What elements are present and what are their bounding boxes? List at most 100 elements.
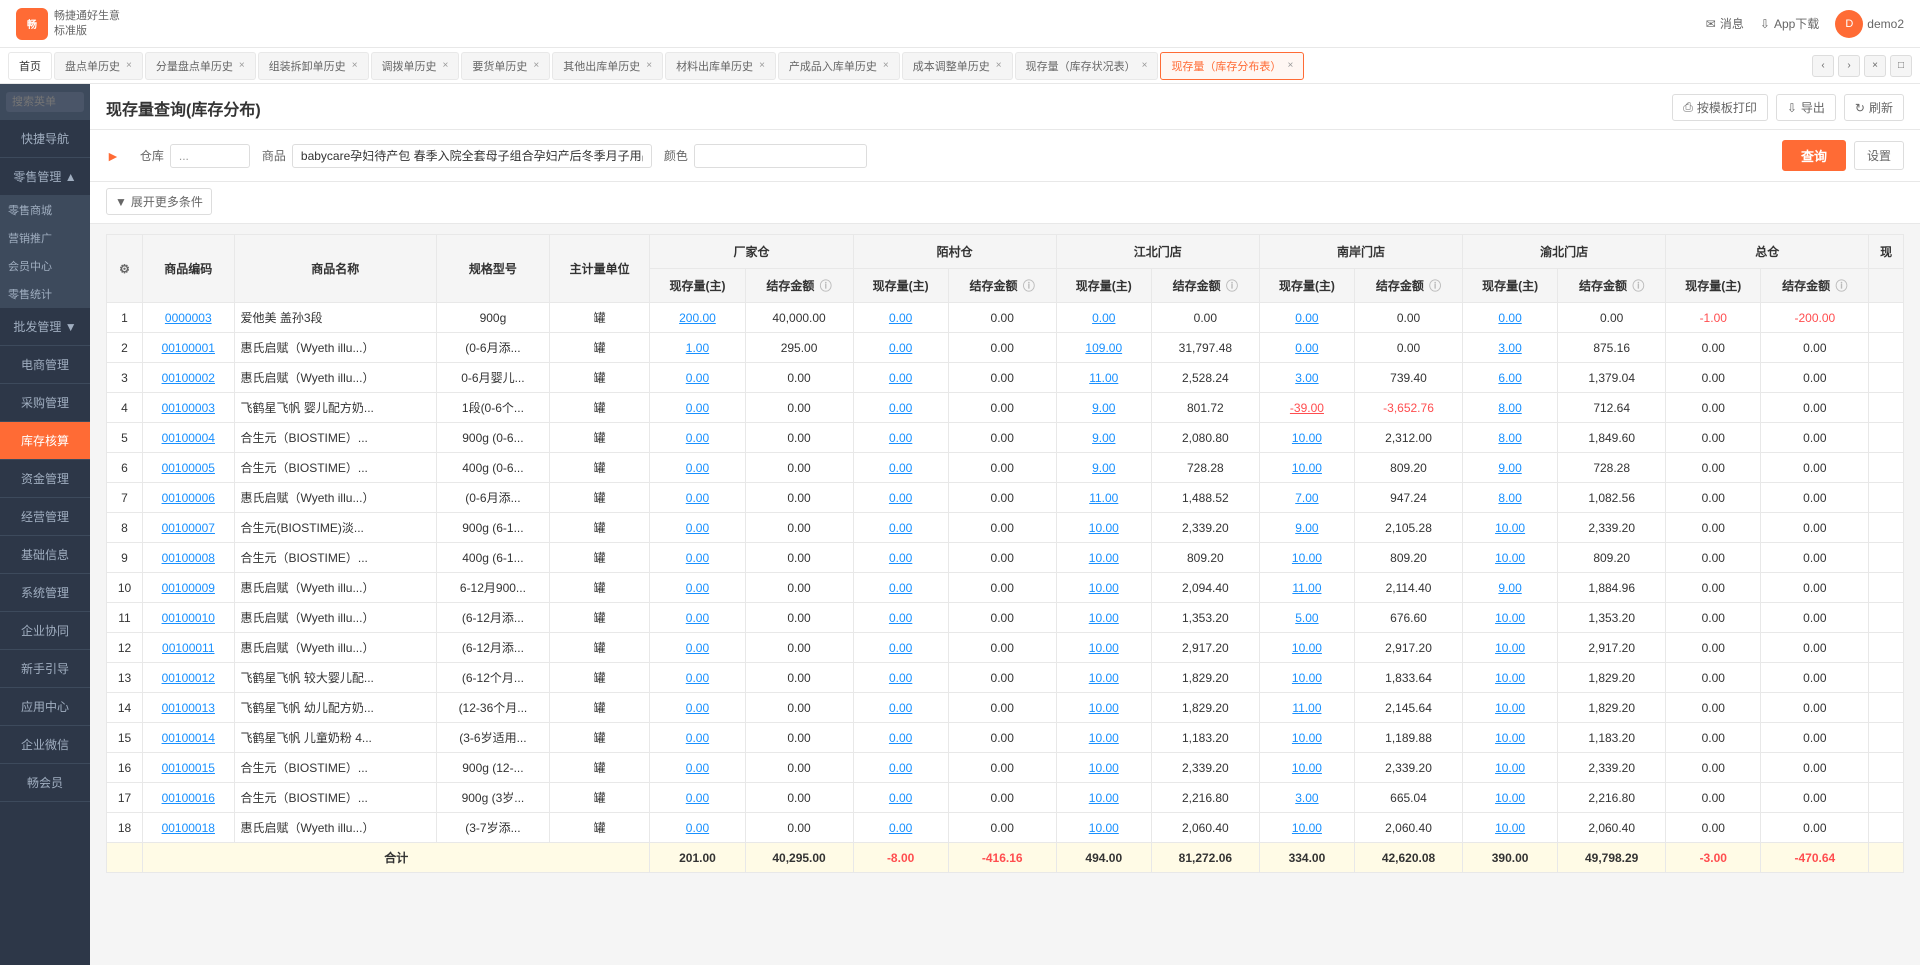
tab-close[interactable]: × [883,60,889,71]
row-name: 飞鹤星飞帆 较大婴儿配... [234,663,437,693]
table-row: 4 00100003 飞鹤星飞帆 婴儿配方奶... 1段(0-6个... 罐 0… [107,393,1904,423]
tab-close-all-btn[interactable]: × [1864,55,1886,77]
tab-home[interactable]: 首页 [8,52,52,80]
row-total-amt: 0.00 [1761,423,1869,453]
table-row: 17 00100016 合生元（BIOSTIME）... 900g (3岁...… [107,783,1904,813]
query-btn[interactable]: 查询 [1782,140,1846,171]
row-index: 17 [107,783,143,813]
warehouse-input[interactable]: ... [170,144,250,168]
row-yb-amt: 1,183.20 [1558,723,1666,753]
sidebar-item-wholesale[interactable]: 批发管理 ▼ [0,308,90,346]
search-input[interactable] [6,92,84,112]
filter-toggle-arrow[interactable]: ► [106,148,120,164]
row-spec: 400g (6-1... [437,543,550,573]
settings-btn[interactable]: 设置 [1854,141,1904,170]
tab-close[interactable]: × [1287,60,1293,71]
sidebar-subitem-retail-stats[interactable]: 零售统计 [0,280,90,308]
sidebar-subitem-marketing[interactable]: 营销推广 [0,224,90,252]
row-yb-qty: 6.00 [1463,363,1558,393]
row-extra [1869,543,1904,573]
row-unit: 罐 [549,633,650,663]
tab-assembly[interactable]: 组装拆卸单历史 × [258,52,369,80]
sidebar-item-purchase[interactable]: 采购管理 [0,384,90,422]
settings-gear-icon[interactable]: ⚙ [119,262,130,276]
info-icon-2[interactable]: ⓘ [1023,279,1035,293]
sidebar-item-ecommerce[interactable]: 电商管理 [0,346,90,384]
row-mc-amt: 0.00 [948,753,1056,783]
row-mc-amt: 0.00 [948,813,1056,843]
row-extra [1869,333,1904,363]
tab-sub-inventory[interactable]: 分量盘点单历史 × [145,52,256,80]
row-index: 12 [107,633,143,663]
export-btn[interactable]: ⇩ 导出 [1776,94,1836,121]
product-input[interactable] [292,144,652,168]
row-total-amt: 0.00 [1761,363,1869,393]
sidebar-subitem-member[interactable]: 会员中心 [0,252,90,280]
row-fc-amt: 0.00 [745,453,853,483]
sidebar-item-basics[interactable]: 基础信息 [0,536,90,574]
message-btn[interactable]: ✉ 消息 [1706,15,1744,32]
tab-product-in[interactable]: 产成品入库单历史 × [778,52,900,80]
tab-close[interactable]: × [646,60,652,71]
tab-close[interactable]: × [239,60,245,71]
sidebar-item-system[interactable]: 系统管理 [0,574,90,612]
tab-stock-dist[interactable]: 现存量（库存分布表） × [1160,52,1304,80]
print-btn[interactable]: ⎙ 按模板打印 [1672,94,1768,121]
sidebar-item-appcenter[interactable]: 应用中心 [0,688,90,726]
sidebar-item-guide[interactable]: 新手引导 [0,650,90,688]
tab-other-out[interactable]: 其他出库单历史 × [552,52,663,80]
tab-material-out[interactable]: 材料出库单历史 × [665,52,776,80]
row-total-amt: 0.00 [1761,393,1869,423]
info-icon-1[interactable]: ⓘ [820,279,832,293]
expand-conditions-btn[interactable]: ▼ 展开更多条件 [106,188,212,215]
row-mc-qty: 0.00 [853,723,948,753]
row-jb-amt: 1,829.20 [1151,693,1259,723]
row-fc-amt: 295.00 [745,333,853,363]
sidebar-item-quicknav[interactable]: 快捷导航 [0,120,90,158]
color-input[interactable] [694,144,867,168]
sidebar-item-retail-mgmt[interactable]: 零售管理 ▲ [0,158,90,196]
row-index: 10 [107,573,143,603]
tab-inventory-history[interactable]: 盘点单历史 × [54,52,143,80]
row-extra [1869,453,1904,483]
sidebar-item-finance[interactable]: 资金管理 [0,460,90,498]
tab-stock-status[interactable]: 现存量（库存状况表） × [1015,52,1159,80]
sidebar-subitem-retail-store[interactable]: 零售商城 [0,196,90,224]
sidebar-item-collab[interactable]: 企业协同 [0,612,90,650]
tab-prev-btn[interactable]: ‹ [1812,55,1834,77]
info-icon-3[interactable]: ⓘ [1226,279,1238,293]
info-icon-5[interactable]: ⓘ [1632,279,1644,293]
tab-transfer[interactable]: 调拨单历史 × [371,52,460,80]
sidebar-item-inventory[interactable]: 库存核算 [0,422,90,460]
row-mc-amt: 0.00 [948,573,1056,603]
info-icon-4[interactable]: ⓘ [1429,279,1441,293]
user-area[interactable]: D demo2 [1835,10,1904,38]
col-current: 现 [1869,235,1904,269]
sidebar-item-operations[interactable]: 经营管理 [0,498,90,536]
tab-close[interactable]: × [996,60,1002,71]
tab-close[interactable]: × [1142,60,1148,71]
tab-close[interactable]: × [126,60,132,71]
sidebar-item-wechat[interactable]: 企业微信 [0,726,90,764]
app-download-btn[interactable]: ⇩ App下载 [1760,15,1819,32]
row-mc-qty: 0.00 [853,543,948,573]
tab-close[interactable]: × [443,60,449,71]
tab-close[interactable]: × [759,60,765,71]
sidebar-item-vip[interactable]: 畅会员 [0,764,90,802]
info-icon-6[interactable]: ⓘ [1835,279,1847,293]
row-yb-qty: 10.00 [1463,663,1558,693]
row-na-qty: 10.00 [1259,663,1354,693]
tab-close[interactable]: × [352,60,358,71]
row-name: 飞鹤星飞帆 幼儿配方奶... [234,693,437,723]
row-yb-qty: 9.00 [1463,453,1558,483]
main-layout: 快捷导航 零售管理 ▲ 零售商城 营销推广 会员中心 零售统计 批发管理 ▼ 电… [0,84,1920,965]
tab-cost-adj[interactable]: 成本调整单历史 × [902,52,1013,80]
refresh-btn[interactable]: ↻ 刷新 [1844,94,1904,121]
table-row: 10 00100009 惠氏启赋（Wyeth illu...） 6-12月900… [107,573,1904,603]
tab-expand-btn[interactable]: □ [1890,55,1912,77]
tab-next-btn[interactable]: › [1838,55,1860,77]
tab-close[interactable]: × [533,60,539,71]
row-fc-amt: 0.00 [745,663,853,693]
tab-purchase-order[interactable]: 要货单历史 × [461,52,550,80]
row-extra [1869,603,1904,633]
